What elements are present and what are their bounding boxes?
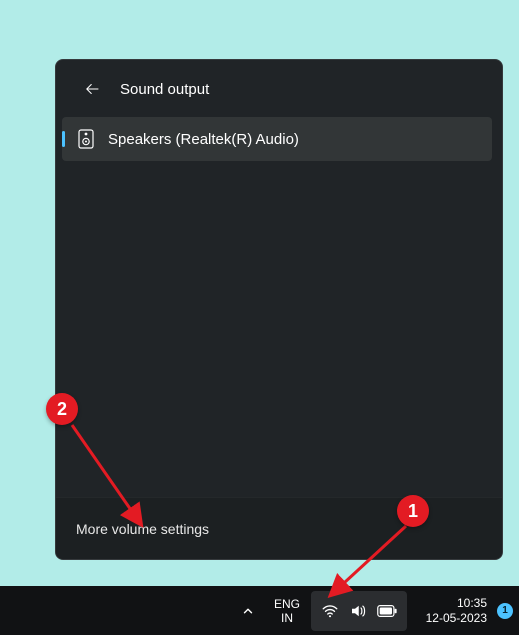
language-bottom: IN bbox=[281, 611, 293, 625]
tray-overflow-button[interactable] bbox=[233, 591, 263, 631]
language-indicator[interactable]: ENG IN bbox=[265, 591, 309, 631]
annotation-badge-2-label: 2 bbox=[57, 399, 67, 420]
annotation-arrow-2 bbox=[66, 419, 158, 537]
panel-header: Sound output bbox=[56, 60, 502, 111]
device-label: Speakers (Realtek(R) Audio) bbox=[108, 131, 299, 148]
annotation-badge-1: 1 bbox=[397, 495, 429, 527]
annotation-badge-2: 2 bbox=[46, 393, 78, 425]
clock-time: 10:35 bbox=[457, 596, 487, 611]
device-item-speakers[interactable]: Speakers (Realtek(R) Audio) bbox=[62, 117, 492, 161]
language-top: ENG bbox=[274, 597, 300, 611]
notification-badge[interactable]: 1 bbox=[497, 603, 513, 619]
back-button[interactable] bbox=[80, 77, 104, 101]
clock-date: 12-05-2023 bbox=[426, 611, 487, 626]
selection-indicator bbox=[62, 131, 65, 147]
device-list: Speakers (Realtek(R) Audio) bbox=[56, 111, 502, 161]
taskbar: ENG IN 10:35 12-05-2023 1 bbox=[0, 586, 519, 635]
annotation-arrow-1 bbox=[322, 524, 422, 606]
arrow-left-icon bbox=[83, 80, 101, 98]
speaker-icon bbox=[78, 129, 94, 149]
annotation-badge-1-label: 1 bbox=[408, 501, 418, 522]
panel-title: Sound output bbox=[120, 81, 209, 98]
notification-count: 1 bbox=[502, 605, 508, 616]
chevron-up-icon bbox=[241, 604, 255, 618]
